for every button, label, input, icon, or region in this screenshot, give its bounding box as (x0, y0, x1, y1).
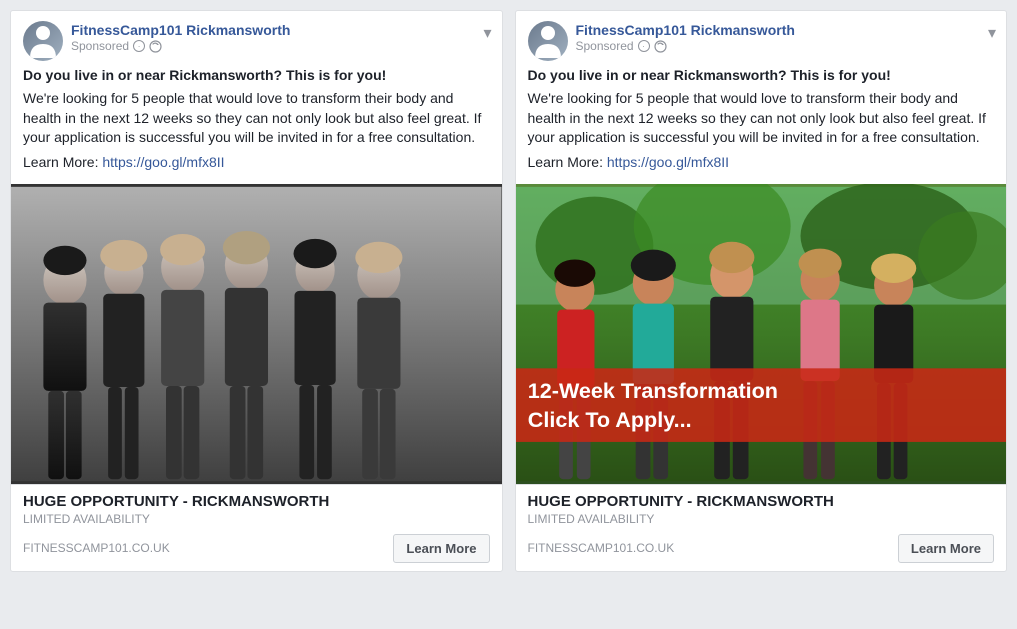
ad-body-2: Do you live in or near Rickmansworth? Th… (516, 67, 1007, 184)
bw-group-svg (11, 184, 502, 484)
ad-image-2: 12-Week Transformation Click To Apply... (516, 184, 1007, 484)
footer-subtitle-2: LIMITED AVAILABILITY (528, 512, 995, 526)
ad-card-2: FitnessCamp101 Rickmansworth Sponsored ·… (515, 10, 1008, 572)
chevron-icon-2: ▾ (988, 23, 996, 43)
page-name-2[interactable]: FitnessCamp101 Rickmansworth (576, 21, 995, 39)
ad-text-2: We're looking for 5 people that would lo… (528, 89, 995, 148)
footer-bottom-2: FITNESSCAMP101.CO.UK Learn More (528, 534, 995, 563)
sponsored-row-1: Sponsored · (71, 39, 490, 53)
avatar-1 (23, 21, 63, 61)
ad-meta-2: FitnessCamp101 Rickmansworth Sponsored · (576, 21, 995, 53)
svg-text:12-Week Transformation: 12-Week Transformation (527, 378, 777, 403)
sponsored-row-2: Sponsored · (576, 39, 995, 53)
footer-bottom-1: FITNESSCAMP101.CO.UK Learn More (23, 534, 490, 563)
ad-link-row-2: Learn More: https://goo.gl/mfx8II (528, 154, 995, 170)
learn-more-button-2[interactable]: Learn More (898, 534, 994, 563)
ads-container: FitnessCamp101 Rickmansworth Sponsored ·… (10, 10, 1007, 572)
page-name-1[interactable]: FitnessCamp101 Rickmansworth (71, 21, 490, 39)
ad-headline-1: Do you live in or near Rickmansworth? Th… (23, 67, 490, 83)
ad-footer-1: HUGE OPPORTUNITY - RICKMANSWORTH LIMITED… (11, 484, 502, 571)
color-group-svg: 12-Week Transformation Click To Apply... (516, 184, 1007, 484)
ad-link-2[interactable]: https://goo.gl/mfx8II (607, 154, 729, 170)
sponsored-icon-2: · (638, 40, 650, 52)
ad-footer-2: HUGE OPPORTUNITY - RICKMANSWORTH LIMITED… (516, 484, 1007, 571)
avatar-2 (528, 21, 568, 61)
ad-link-1[interactable]: https://goo.gl/mfx8II (102, 154, 224, 170)
ad-header-2: FitnessCamp101 Rickmansworth Sponsored ·… (516, 11, 1007, 67)
footer-subtitle-1: LIMITED AVAILABILITY (23, 512, 490, 526)
ad-body-1: Do you live in or near Rickmansworth? Th… (11, 67, 502, 184)
ad-image-1 (11, 184, 502, 484)
ad-header-1: FitnessCamp101 Rickmansworth Sponsored ·… (11, 11, 502, 67)
sponsored-icon-1: · (133, 40, 145, 52)
ad-text-1: We're looking for 5 people that would lo… (23, 89, 490, 148)
footer-title-2: HUGE OPPORTUNITY - RICKMANSWORTH (528, 493, 995, 510)
avatar-icon-1 (28, 24, 58, 58)
ad-link-row-1: Learn More: https://goo.gl/mfx8II (23, 154, 490, 170)
avatar-icon-2 (533, 24, 563, 58)
svg-text:Click To Apply...: Click To Apply... (527, 407, 691, 432)
refresh-icon-1 (149, 40, 162, 53)
refresh-icon-2 (654, 40, 667, 53)
domain-2: FITNESSCAMP101.CO.UK (528, 541, 675, 555)
ad-headline-2: Do you live in or near Rickmansworth? Th… (528, 67, 995, 83)
ad-card-1: FitnessCamp101 Rickmansworth Sponsored ·… (10, 10, 503, 572)
footer-title-1: HUGE OPPORTUNITY - RICKMANSWORTH (23, 493, 490, 510)
chevron-icon-1: ▾ (483, 23, 491, 43)
learn-more-button-1[interactable]: Learn More (393, 534, 489, 563)
ad-meta-1: FitnessCamp101 Rickmansworth Sponsored · (71, 21, 490, 53)
domain-1: FITNESSCAMP101.CO.UK (23, 541, 170, 555)
